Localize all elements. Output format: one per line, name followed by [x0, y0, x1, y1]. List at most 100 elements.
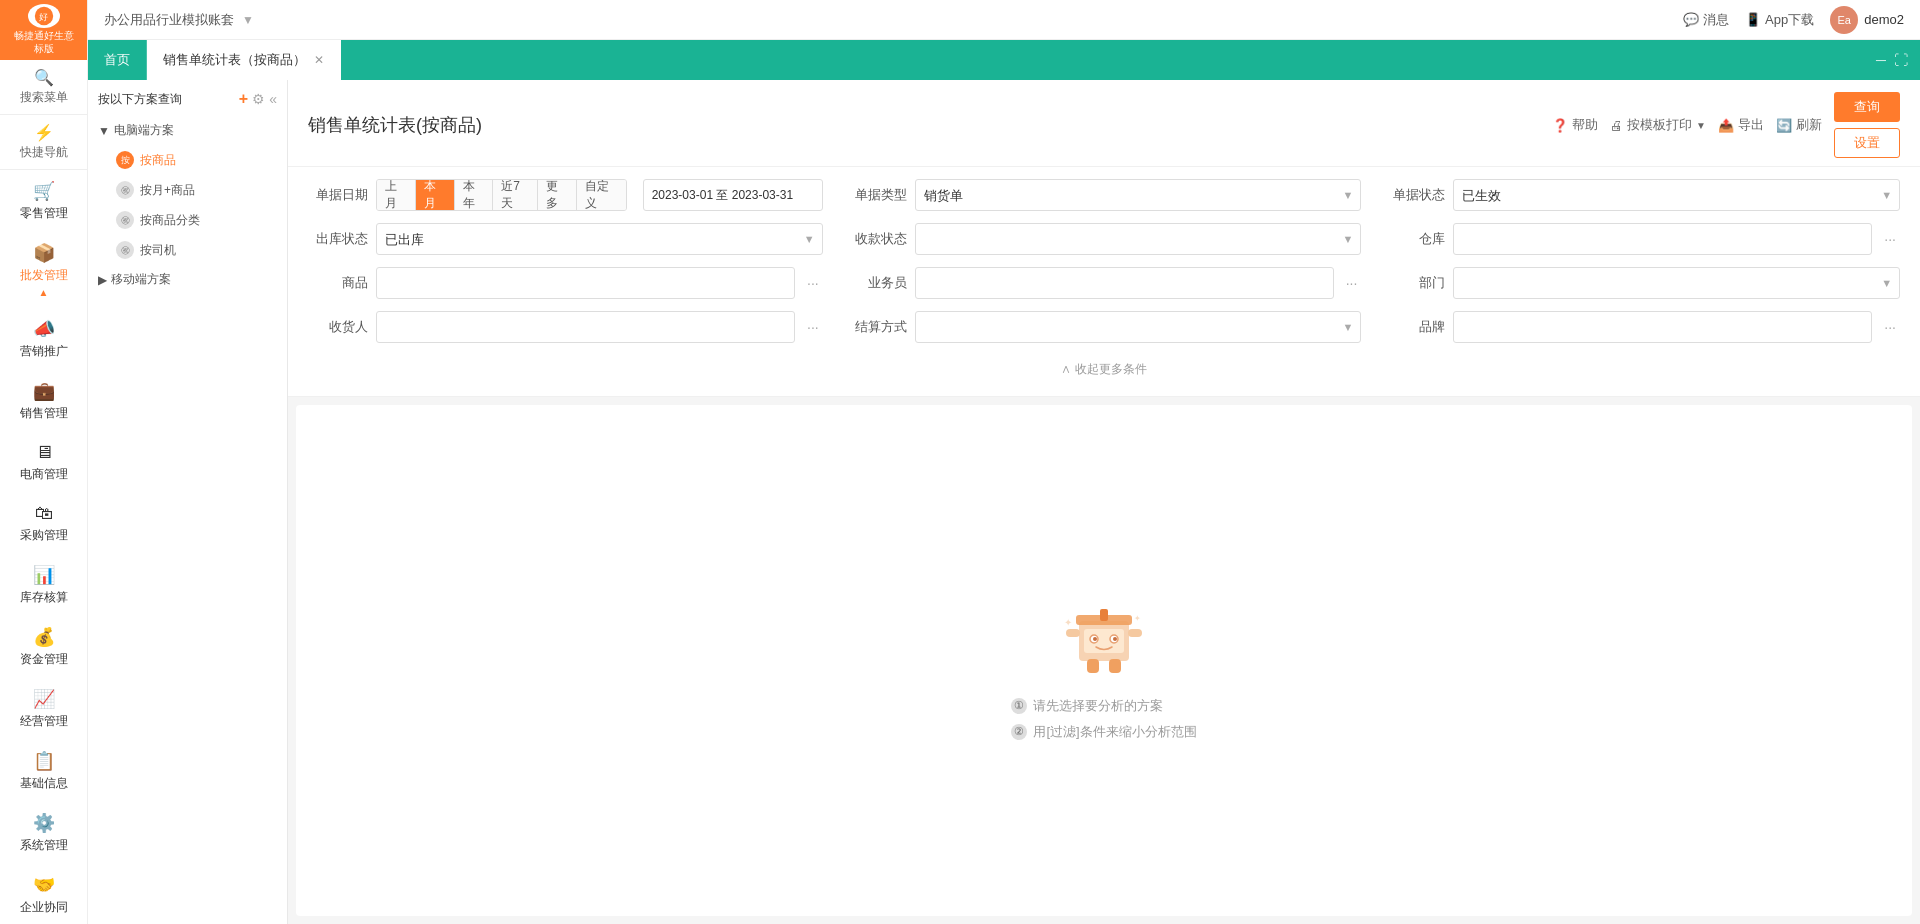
filter-brand-field: 品牌 ··· — [1385, 311, 1900, 343]
salesman-input[interactable] — [915, 267, 1334, 299]
product-ellipsis-btn[interactable]: ··· — [803, 275, 823, 291]
filter-area: 单据日期 上月 本月 本年 近7天 更多 自定义 单据类型 — [288, 167, 1920, 397]
sidebar-item-marketing[interactable]: 📣 营销推广 — [0, 308, 87, 370]
status-select[interactable]: 已生效 — [1453, 179, 1900, 211]
sidebar-item-enterprise[interactable]: 🤝 企业协同 — [0, 864, 87, 924]
minimize-icon[interactable]: ─ — [1876, 52, 1886, 68]
refresh-label: 刷新 — [1796, 116, 1822, 134]
date-shortcut-more[interactable]: 更多 — [538, 179, 577, 211]
top-header-right: 💬 消息 📱 App下载 Ea demo2 — [1683, 6, 1904, 34]
purchase-label: 采购管理 — [20, 527, 68, 544]
message-icon: 💬 — [1683, 12, 1699, 27]
date-shortcut-7days[interactable]: 近7天 — [493, 179, 538, 211]
app-download-icon: 📱 — [1745, 12, 1761, 27]
tab-stats[interactable]: 销售单统计表（按商品） ✕ — [147, 40, 341, 80]
help-label: 帮助 — [1572, 116, 1598, 134]
export-btn[interactable]: 📤 导出 — [1718, 116, 1764, 134]
username-label: demo2 — [1864, 12, 1904, 27]
product-input[interactable] — [376, 267, 795, 299]
sidebar-item-sales[interactable]: 💼 销售管理 — [0, 370, 87, 432]
tab-close-icon[interactable]: ✕ — [314, 53, 324, 67]
brand-input[interactable] — [1453, 311, 1872, 343]
sidebar-item-finance[interactable]: 💰 资金管理 — [0, 616, 87, 678]
receiver-input[interactable] — [376, 311, 795, 343]
filter-product-field: 商品 ··· — [308, 267, 823, 299]
by-warehouse-icon: ㊗ — [116, 241, 134, 259]
receiptstatus-select[interactable] — [915, 223, 1362, 255]
sidebar-item-wholesale[interactable]: 📦 批发管理 ▲ — [0, 232, 87, 308]
tip-2-text: 用[过滤]条件来缩小分析范围 — [1033, 723, 1196, 741]
dropdown-arrow-icon[interactable]: ▼ — [242, 13, 254, 27]
scheme-group-desktop-header[interactable]: ▼ 电脑端方案 — [88, 116, 287, 145]
sidebar-item-ecommerce[interactable]: 🖥 电商管理 — [0, 432, 87, 493]
settings-scheme-btn[interactable]: ⚙ — [252, 91, 265, 107]
filter-receiptstatus-field: 收款状态 ▼ — [847, 223, 1362, 255]
filter-receiver-field: 收货人 ··· — [308, 311, 823, 343]
app-download-btn[interactable]: 📱 App下载 — [1745, 11, 1814, 29]
sidebar-item-operation[interactable]: 📈 经营管理 — [0, 678, 87, 740]
page-content: 按以下方案查询 + ⚙ « ▼ 电脑端方案 按 按商品 — [88, 80, 1920, 924]
paymethod-select-wrap: ▼ — [915, 311, 1362, 343]
tab-home[interactable]: 首页 — [88, 40, 147, 80]
collapse-scheme-btn[interactable]: « — [269, 91, 277, 107]
scheme-item-by-month-product[interactable]: ㊗ 按月+商品 — [88, 175, 287, 205]
marketing-icon: 📣 — [33, 318, 55, 340]
dept-select-wrap: ▼ — [1453, 267, 1900, 299]
by-month-product-label: 按月+商品 — [140, 182, 195, 199]
scheme-group-mobile-header[interactable]: ▶ 移动端方案 — [88, 265, 287, 294]
ecommerce-label: 电商管理 — [20, 466, 68, 483]
maximize-icon[interactable]: ⛶ — [1894, 52, 1908, 68]
template-print-btn[interactable]: 🖨 按模板打印 ▼ — [1610, 116, 1706, 134]
warehouse-input[interactable] — [1453, 223, 1872, 255]
scheme-item-by-product[interactable]: 按 按商品 — [88, 145, 287, 175]
filter-salesman-field: 业务员 ··· — [847, 267, 1362, 299]
paymethod-select[interactable] — [915, 311, 1362, 343]
outstatus-select[interactable]: 已出库 — [376, 223, 823, 255]
svg-text:✦: ✦ — [1134, 614, 1141, 623]
ecommerce-icon: 🖥 — [35, 442, 53, 463]
sidebar-item-inventory[interactable]: 📊 库存核算 — [0, 554, 87, 616]
empty-state: ✦ ✦ ① 请先选择要分析的方案 ② 用[过滤]条件来缩小分析范围 — [1011, 581, 1196, 741]
brand-ellipsis-btn[interactable]: ··· — [1880, 319, 1900, 335]
sidebar-item-basic[interactable]: 📋 基础信息 — [0, 740, 87, 802]
status-select-wrap: 已生效 ▼ — [1453, 179, 1900, 211]
enterprise-icon: 🤝 — [33, 874, 55, 896]
type-select[interactable]: 销货单 — [915, 179, 1362, 211]
user-menu[interactable]: Ea demo2 — [1830, 6, 1904, 34]
sidebar-quicknav[interactable]: ⚡ 快捷导航 — [0, 115, 87, 170]
receiver-ellipsis-btn[interactable]: ··· — [803, 319, 823, 335]
date-shortcut-last-month[interactable]: 上月 — [377, 179, 416, 211]
tip-num-1: ① — [1011, 698, 1027, 714]
svg-text:好: 好 — [38, 12, 47, 22]
salesman-ellipsis-btn[interactable]: ··· — [1342, 275, 1362, 291]
filter-row-2: 出库状态 已出库 ▼ 收款状态 — [308, 223, 1900, 255]
query-button[interactable]: 查询 — [1834, 92, 1900, 122]
wholesale-icon: 📦 — [33, 242, 55, 264]
date-shortcut-custom[interactable]: 自定义 — [577, 179, 626, 211]
sidebar-item-system[interactable]: ⚙️ 系统管理 — [0, 802, 87, 864]
warehouse-ellipsis-btn[interactable]: ··· — [1880, 231, 1900, 247]
main-area: 办公用品行业模拟账套 ▼ 💬 消息 📱 App下载 Ea demo2 首页 — [88, 0, 1920, 924]
date-range-input[interactable] — [643, 179, 823, 211]
dept-select[interactable] — [1453, 267, 1900, 299]
receiptstatus-label: 收款状态 — [847, 230, 907, 248]
collapse-label: ∧ 收起更多条件 — [1061, 362, 1146, 376]
type-field-label: 单据类型 — [847, 186, 907, 204]
scheme-item-by-warehouse[interactable]: ㊗ 按司机 — [88, 235, 287, 265]
export-label: 导出 — [1738, 116, 1764, 134]
add-scheme-btn[interactable]: + — [239, 90, 248, 108]
receiver-label: 收货人 — [308, 318, 368, 336]
scheme-item-by-category[interactable]: ㊗ 按商品分类 — [88, 205, 287, 235]
message-btn[interactable]: 💬 消息 — [1683, 11, 1729, 29]
avatar: Ea — [1830, 6, 1858, 34]
settings-button[interactable]: 设置 — [1834, 128, 1900, 158]
date-shortcut-this-year[interactable]: 本年 — [455, 179, 494, 211]
sidebar-item-purchase[interactable]: 🛍 采购管理 — [0, 493, 87, 554]
sidebar-search[interactable]: 🔍 搜索菜单 — [0, 60, 87, 115]
date-shortcut-this-month[interactable]: 本月 — [416, 179, 455, 211]
filter-collapse-bar[interactable]: ∧ 收起更多条件 — [308, 355, 1900, 384]
refresh-btn[interactable]: 🔄 刷新 — [1776, 116, 1822, 134]
help-btn[interactable]: ❓ 帮助 — [1552, 116, 1598, 134]
right-panel: 销售单统计表(按商品) ❓ 帮助 🖨 按模板打印 ▼ 📤 — [288, 80, 1920, 924]
sidebar-item-retail[interactable]: 🛒 零售管理 — [0, 170, 87, 232]
